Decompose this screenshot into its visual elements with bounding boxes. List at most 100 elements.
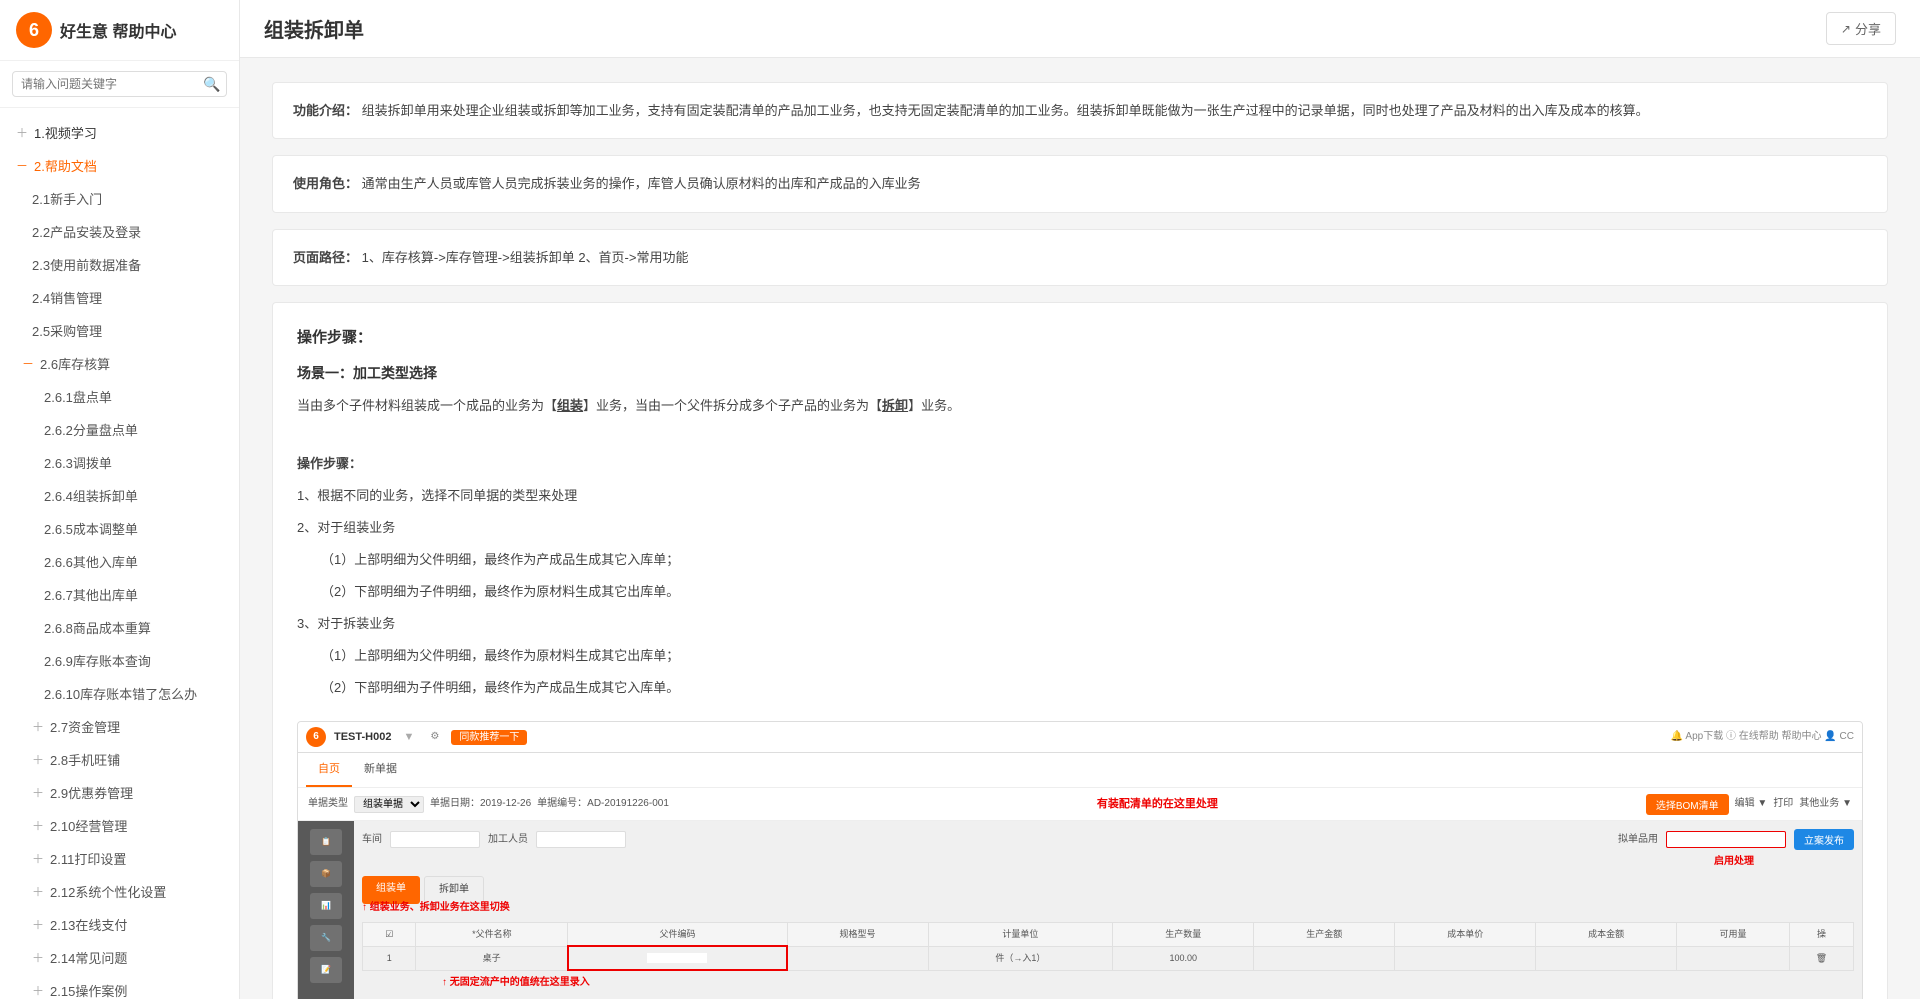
mock-parent-table: ☑ *父件名称 父件编码 规格型号 计量单位 生产数量 生产金额 成本单价: [362, 922, 1854, 993]
sidebar-item-stock-error[interactable]: 2.6.10库存账本错了怎么办: [0, 677, 239, 710]
steps-block: 操作步骤： 场景一：加工类型选择 当由多个子件材料组装成一个成品的业务为【组装】…: [272, 302, 1888, 999]
coupon-expand-icon: ＋: [32, 784, 44, 801]
scene1-desc: 当由多个子件材料组装成一个成品的业务为【组装】业务，当由一个父件拆分成多个子产品…: [297, 393, 1863, 419]
sidebar-item-install[interactable]: 2.2产品安装及登录: [0, 215, 239, 248]
mock-parent-code-input[interactable]: [647, 953, 707, 963]
mobile-expand-icon: ＋: [32, 751, 44, 768]
sidebar-item-adjust[interactable]: 2.6.3调拨单: [0, 446, 239, 479]
personalize-expand-icon: ＋: [32, 883, 44, 900]
sidebar-item-data-prep[interactable]: 2.3使用前数据准备: [0, 248, 239, 281]
mock-doc-tabs: 组装单 拆卸单: [362, 876, 1854, 904]
mock-form-row1: 车间 加工人员 拟单品用 立案发布: [362, 829, 1854, 850]
sidebar-item-inventory[interactable]: － 2.6库存核算: [0, 347, 239, 380]
search-box[interactable]: 🔍: [0, 61, 239, 108]
sidebar-item-online-pay[interactable]: ＋ 2.13在线支付: [0, 908, 239, 941]
mock-worker-input[interactable]: [536, 831, 626, 848]
mock-icon-3[interactable]: 📊: [310, 893, 342, 919]
sidebar-item-other-in[interactable]: 2.6.6其他入库单: [0, 545, 239, 578]
screenshot-container: 6 TEST-H002 ▼ ⚙ 同款推荐一下 🔔 App下载 ⓘ 在线帮助 帮助…: [297, 721, 1863, 999]
func-intro-text: 组装拆卸单用来处理企业组装或拆卸等加工业务，支持有固定装配清单的产品加工业务，也…: [362, 103, 1649, 118]
mock-doc-type-select[interactable]: 组装单据 拆卸单据: [354, 796, 424, 813]
sidebar-item-print[interactable]: ＋ 2.11打印设置: [0, 842, 239, 875]
step2-1: （1）上部明细为父件明细，最终作为产成品生成其它入库单；: [297, 547, 1863, 573]
mock-select-bom-btn[interactable]: 选择BOM清单: [1646, 794, 1729, 815]
mock-icon-5[interactable]: 📝: [310, 957, 342, 983]
path-label: 页面路径：: [293, 250, 358, 265]
sidebar-item-stock-check[interactable]: 2.6.9库存账本查询: [0, 644, 239, 677]
sidebar-item-help-docs[interactable]: － 2.帮助文档: [0, 149, 239, 182]
sidebar-item-cost-adjust[interactable]: 2.6.5成本调整单: [0, 512, 239, 545]
role-block: 使用角色： 通常由生产人员或库管人员完成拆装业务的操作，库管人员确认原材料的出库…: [272, 155, 1888, 212]
sidebar-item-operation[interactable]: ＋ 2.10经营管理: [0, 809, 239, 842]
sidebar-item-coupon[interactable]: ＋ 2.9优惠券管理: [0, 776, 239, 809]
search-button[interactable]: 🔍: [203, 76, 220, 93]
sidebar-item-cost-calc[interactable]: 2.6.8商品成本重算: [0, 611, 239, 644]
mock-left-panel: 📋 📦 📊 🔧 📝: [298, 821, 354, 999]
mock-tab-new[interactable]: 新单据: [352, 753, 409, 787]
mock-icon-1[interactable]: 📋: [310, 829, 342, 855]
step3-1: （1）上部明细为父件明细，最终作为原材料生成其它出库单；: [297, 643, 1863, 669]
mock-subnav: 自页 新单据: [298, 753, 1862, 788]
sidebar-item-personalize[interactable]: ＋ 2.12系统个性化设置: [0, 875, 239, 908]
nav-tree: ＋ 1.视频学习 － 2.帮助文档 2.1新手入门 2.2产品安装及登录 2.3…: [0, 108, 239, 999]
screenshot: 6 TEST-H002 ▼ ⚙ 同款推荐一下 🔔 App下载 ⓘ 在线帮助 帮助…: [298, 722, 1862, 999]
path-block: 页面路径： 1、库存核算->库存管理->组装拆卸单 2、首页->常用功能: [272, 229, 1888, 286]
step2: 2、对于组装业务: [297, 515, 1863, 541]
inventory-collapse-icon: －: [22, 355, 34, 372]
mock-confirm-btn[interactable]: 立案发布: [1794, 829, 1854, 850]
operation-expand-icon: ＋: [32, 817, 44, 834]
search-input[interactable]: [12, 71, 227, 97]
sidebar: 6 好生意 帮助中心 🔍 ＋ 1.视频学习 － 2.帮助文档 2.1新手入门 2…: [0, 0, 240, 999]
main-content: 组装拆卸单 ↗ 分享 功能介绍： 组装拆卸单用来处理企业组装或拆卸等加工业务，支…: [240, 0, 1920, 999]
role-text: 通常由生产人员或库管人员完成拆装业务的操作，库管人员确认原材料的出库和产成品的入…: [362, 176, 921, 191]
mock-tabs-area: 组装单 拆卸单 ↑ 组装业务、拆卸业务在这里切换: [362, 876, 1854, 904]
path-text: 1、库存核算->库存管理->组装拆卸单 2、首页->常用功能: [362, 250, 689, 265]
online-pay-expand-icon: ＋: [32, 916, 44, 933]
sidebar-item-newbie[interactable]: 2.1新手入门: [0, 182, 239, 215]
sidebar-item-other-out[interactable]: 2.6.7其他出库单: [0, 578, 239, 611]
sidebar-item-assemble[interactable]: 2.6.4组装拆卸单: [0, 479, 239, 512]
sidebar-item-inventory-count[interactable]: 2.6.1盘点单: [0, 380, 239, 413]
mock-annotation-text1: 有装配清单的在这里处理: [675, 793, 1640, 815]
step1: 1、根据不同的业务，选择不同单据的类型来处理: [297, 483, 1863, 509]
page-title: 组装拆卸单: [264, 14, 364, 43]
sidebar-item-video[interactable]: ＋ 1.视频学习: [0, 116, 239, 149]
func-intro-block: 功能介绍： 组装拆卸单用来处理企业组装或拆卸等加工业务，支持有固定装配清单的产品…: [272, 82, 1888, 139]
mock-draft-input[interactable]: [1666, 831, 1786, 848]
step2-2: （2）下部明细为子件明细，最终作为原材料生成其它出库单。: [297, 579, 1863, 605]
main-header: 组装拆卸单 ↗ 分享: [240, 0, 1920, 58]
sidebar-item-inventory-split[interactable]: 2.6.2分量盘点单: [0, 413, 239, 446]
faq-expand-icon: ＋: [32, 949, 44, 966]
mock-logo: 6: [306, 727, 326, 747]
mock-icon-2[interactable]: 📦: [310, 861, 342, 887]
content-area: 功能介绍： 组装拆卸单用来处理企业组装或拆卸等加工业务，支持有固定装配清单的产品…: [240, 58, 1920, 999]
mock-tab-list[interactable]: 自页: [306, 753, 352, 787]
sidebar-item-faq[interactable]: ＋ 2.14常见问题: [0, 941, 239, 974]
mock-arrow-annotation: ↑ 无固定流产中的值统在这里录入: [442, 973, 1854, 993]
mock-app-bar: 6 TEST-H002 ▼ ⚙ 同款推荐一下 🔔 App下载 ⓘ 在线帮助 帮助…: [298, 722, 1862, 753]
scene1-title: 场景一：加工类型选择: [297, 359, 1863, 387]
cases-expand-icon: ＋: [32, 982, 44, 999]
mock-right-panel: 车间 加工人员 拟单品用 立案发布 启用处理: [354, 821, 1862, 999]
mock-annotation-text2: ↑ 组装业务、拆卸业务在这里切换: [362, 898, 510, 918]
func-intro-label: 功能介绍：: [293, 103, 358, 118]
sidebar-item-purchase[interactable]: 2.5采购管理: [0, 314, 239, 347]
mock-workshop-input[interactable]: [390, 831, 480, 848]
share-button[interactable]: ↗ 分享: [1826, 12, 1896, 45]
mock-toolbar: 单据类型 组装单据 拆卸单据 单据日期：2019-12-26 单据编号：AD-2…: [298, 788, 1862, 821]
mock-annotation-text3: 启用处理: [1714, 852, 1754, 872]
sidebar-item-mobile[interactable]: ＋ 2.8手机旺铺: [0, 743, 239, 776]
sidebar-item-cases[interactable]: ＋ 2.15操作案例: [0, 974, 239, 999]
mock-icon-4[interactable]: 🔧: [310, 925, 342, 951]
step3: 3、对于拆装业务: [297, 611, 1863, 637]
step3-2: （2）下部明细为子件明细，最终作为产成品生成其它入库单。: [297, 675, 1863, 701]
sidebar-item-finance[interactable]: ＋ 2.7资金管理: [0, 710, 239, 743]
finance-expand-icon: ＋: [32, 718, 44, 735]
share-icon: ↗: [1841, 22, 1851, 36]
mock-app-name: TEST-H002: [334, 726, 391, 748]
role-label: 使用角色：: [293, 176, 358, 191]
mock-annotation-row: 启用处理: [362, 852, 1854, 872]
expand-icon: ＋: [16, 124, 28, 141]
sidebar-item-sales[interactable]: 2.4销售管理: [0, 281, 239, 314]
mock-main-area: 📋 📦 📊 🔧 📝 车间 加工人员: [298, 821, 1862, 999]
